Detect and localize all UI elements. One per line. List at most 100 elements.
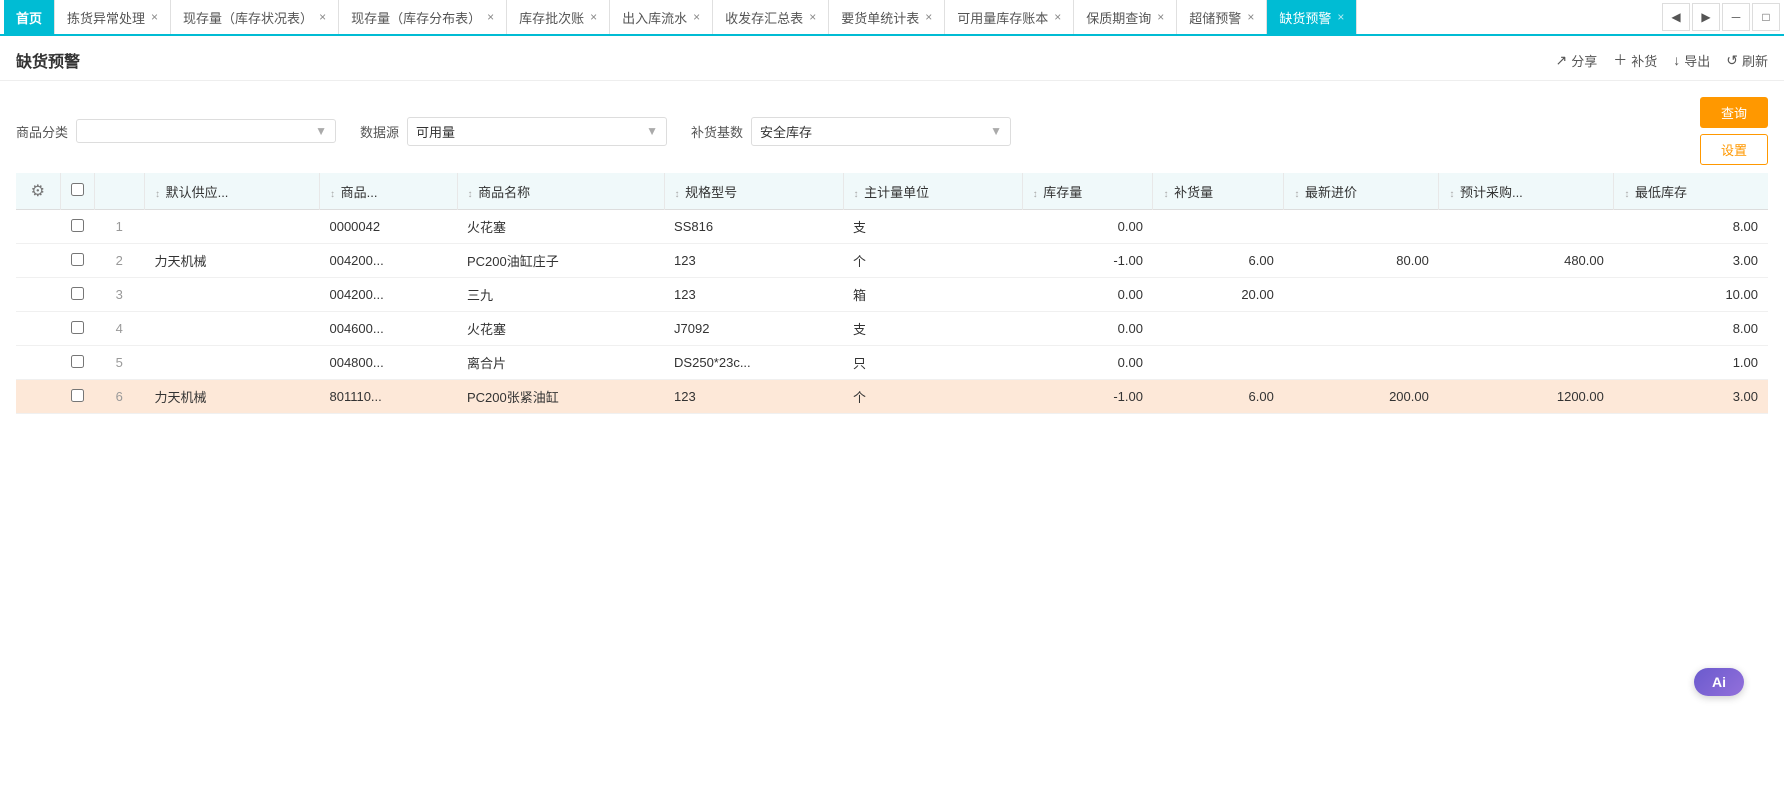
row-check-cell[interactable]: [60, 346, 94, 380]
row-checkbox[interactable]: [71, 287, 84, 300]
th-check[interactable]: [60, 173, 94, 210]
th-min-stock[interactable]: ↕ 最低库存: [1614, 173, 1768, 210]
tab-home[interactable]: 首页: [4, 0, 55, 34]
row-supplier: [144, 312, 319, 346]
table-row[interactable]: 4 004600... 火花塞 J7092 支 0.00 8.00: [16, 312, 1768, 346]
category-select[interactable]: ▼: [76, 119, 336, 143]
row-min-stock: 1.00: [1614, 346, 1768, 380]
tab-expiry-query-close[interactable]: ×: [1157, 10, 1164, 24]
row-spec: 123: [664, 278, 843, 312]
tab-shortage-warning-close[interactable]: ×: [1337, 10, 1344, 24]
tab-shortage-warning-label: 缺货预警: [1279, 8, 1331, 27]
row-seq: 1: [94, 210, 144, 244]
row-check-cell[interactable]: [60, 244, 94, 278]
settings-button[interactable]: 设置: [1700, 134, 1768, 165]
row-min-stock: 3.00: [1614, 244, 1768, 278]
table-row[interactable]: 2 力天机械 004200... PC200油缸庄子 123 个 -1.00 6…: [16, 244, 1768, 278]
datasource-select[interactable]: 可用量 ▼: [407, 117, 667, 146]
select-all-checkbox[interactable]: [71, 183, 84, 196]
th-product-code[interactable]: ↕ 商品...: [319, 173, 457, 210]
row-seq: 4: [94, 312, 144, 346]
tab-bar: 首页 拣货异常处理 × 现存量（库存状况表） × 现存量（库存分布表） × 库存…: [0, 0, 1784, 36]
tab-inventory-status-close[interactable]: ×: [319, 10, 326, 24]
tab-minimize-button[interactable]: －: [1722, 3, 1750, 31]
th-gear[interactable]: ⚙: [16, 173, 60, 210]
table-row[interactable]: 6 力天机械 801110... PC200张紧油缸 123 个 -1.00 6…: [16, 380, 1768, 414]
tab-inventory-dist[interactable]: 现存量（库存分布表） ×: [339, 0, 507, 34]
tab-inout-flow-close[interactable]: ×: [693, 10, 700, 24]
th-product-name[interactable]: ↕ 商品名称: [457, 173, 664, 210]
th-stock-label: 库存量: [1043, 185, 1082, 200]
row-checkbox[interactable]: [71, 253, 84, 266]
category-chevron-icon: ▼: [315, 124, 327, 138]
tab-expiry-query[interactable]: 保质期查询 ×: [1074, 0, 1177, 34]
th-latest-price[interactable]: ↕ 最新进价: [1284, 173, 1439, 210]
th-spec[interactable]: ↕ 规格型号: [664, 173, 843, 210]
row-checkbox[interactable]: [71, 389, 84, 402]
row-stock: -1.00: [1022, 244, 1153, 278]
row-seq: 2: [94, 244, 144, 278]
tab-receive-summary[interactable]: 收发存汇总表 ×: [713, 0, 829, 34]
tab-inout-flow[interactable]: 出入库流水 ×: [610, 0, 713, 34]
row-spec: DS250*23c...: [664, 346, 843, 380]
row-gear-cell: [16, 210, 60, 244]
row-check-cell[interactable]: [60, 312, 94, 346]
filter-actions: 查询 设置: [1700, 97, 1768, 165]
row-product-name: 火花塞: [457, 210, 664, 244]
tab-overstock-warning[interactable]: 超储预警 ×: [1177, 0, 1267, 34]
row-checkbox[interactable]: [71, 321, 84, 334]
tab-abnormal-close[interactable]: ×: [151, 10, 158, 24]
th-supplier[interactable]: ↕ 默认供应...: [144, 173, 319, 210]
share-action[interactable]: ↗ 分享: [1555, 51, 1597, 70]
tab-maximize-button[interactable]: □: [1752, 3, 1780, 31]
row-gear-cell: [16, 380, 60, 414]
refresh-action[interactable]: ↺ 刷新: [1726, 51, 1768, 70]
tab-batch-account-close[interactable]: ×: [590, 10, 597, 24]
table-row[interactable]: 5 004800... 离合片 DS250*23c... 只 0.00 1.00: [16, 346, 1768, 380]
table-row[interactable]: 1 0000042 火花塞 SS816 支 0.00 8.00: [16, 210, 1768, 244]
replenish-base-select[interactable]: 安全库存 ▼: [751, 117, 1011, 146]
table-header-row: ⚙ ↕ 默认供应... ↕ 商品... ↕: [16, 173, 1768, 210]
th-estimated-purchase[interactable]: ↕ 预计采购...: [1439, 173, 1614, 210]
th-replenish[interactable]: ↕ 补货量: [1153, 173, 1284, 210]
table-wrapper: ⚙ ↕ 默认供应... ↕ 商品... ↕: [0, 173, 1784, 414]
row-product-code: 004200...: [319, 278, 457, 312]
tab-next-button[interactable]: ▶: [1692, 3, 1720, 31]
th-stock[interactable]: ↕ 库存量: [1022, 173, 1153, 210]
tab-abnormal[interactable]: 拣货异常处理 ×: [55, 0, 171, 34]
replenish-action[interactable]: ＋ 补货: [1613, 50, 1657, 70]
query-button[interactable]: 查询: [1700, 97, 1768, 128]
tab-inventory-status[interactable]: 现存量（库存状况表） ×: [171, 0, 339, 34]
row-checkbox[interactable]: [71, 355, 84, 368]
row-replenish: 6.00: [1153, 244, 1284, 278]
row-checkbox[interactable]: [71, 219, 84, 232]
tab-inout-flow-label: 出入库流水: [622, 8, 687, 27]
tab-inventory-dist-close[interactable]: ×: [487, 10, 494, 24]
row-check-cell[interactable]: [60, 380, 94, 414]
tab-available-ledger[interactable]: 可用量库存账本 ×: [945, 0, 1074, 34]
tab-inventory-status-label: 现存量（库存状况表）: [183, 8, 313, 27]
table-body: 1 0000042 火花塞 SS816 支 0.00 8.00 2 力天机械 0…: [16, 210, 1768, 414]
row-check-cell[interactable]: [60, 210, 94, 244]
export-action[interactable]: ↓ 导出: [1673, 51, 1710, 70]
stock-sort-icon: ↕: [1033, 189, 1038, 200]
share-label: 分享: [1571, 51, 1597, 70]
tab-prev-button[interactable]: ◀: [1662, 3, 1690, 31]
th-latest-price-label: 最新进价: [1305, 185, 1357, 200]
tab-batch-account[interactable]: 库存批次账 ×: [507, 0, 610, 34]
tab-receive-summary-label: 收发存汇总表: [725, 8, 803, 27]
row-gear-cell: [16, 312, 60, 346]
ai-badge[interactable]: Ai: [1694, 668, 1744, 696]
tab-demand-stats-close[interactable]: ×: [925, 10, 932, 24]
datasource-filter-group: 数据源 可用量 ▼: [360, 117, 667, 146]
tab-overstock-warning-close[interactable]: ×: [1247, 10, 1254, 24]
tab-receive-summary-close[interactable]: ×: [809, 10, 816, 24]
tab-shortage-warning[interactable]: 缺货预警 ×: [1267, 0, 1357, 34]
th-unit[interactable]: ↕ 主计量单位: [843, 173, 1022, 210]
row-replenish: [1153, 312, 1284, 346]
gear-icon: ⚙: [31, 183, 45, 200]
tab-available-ledger-close[interactable]: ×: [1054, 10, 1061, 24]
table-row[interactable]: 3 004200... 三九 123 箱 0.00 20.00 10.00: [16, 278, 1768, 312]
row-check-cell[interactable]: [60, 278, 94, 312]
tab-demand-stats[interactable]: 要货单统计表 ×: [829, 0, 945, 34]
